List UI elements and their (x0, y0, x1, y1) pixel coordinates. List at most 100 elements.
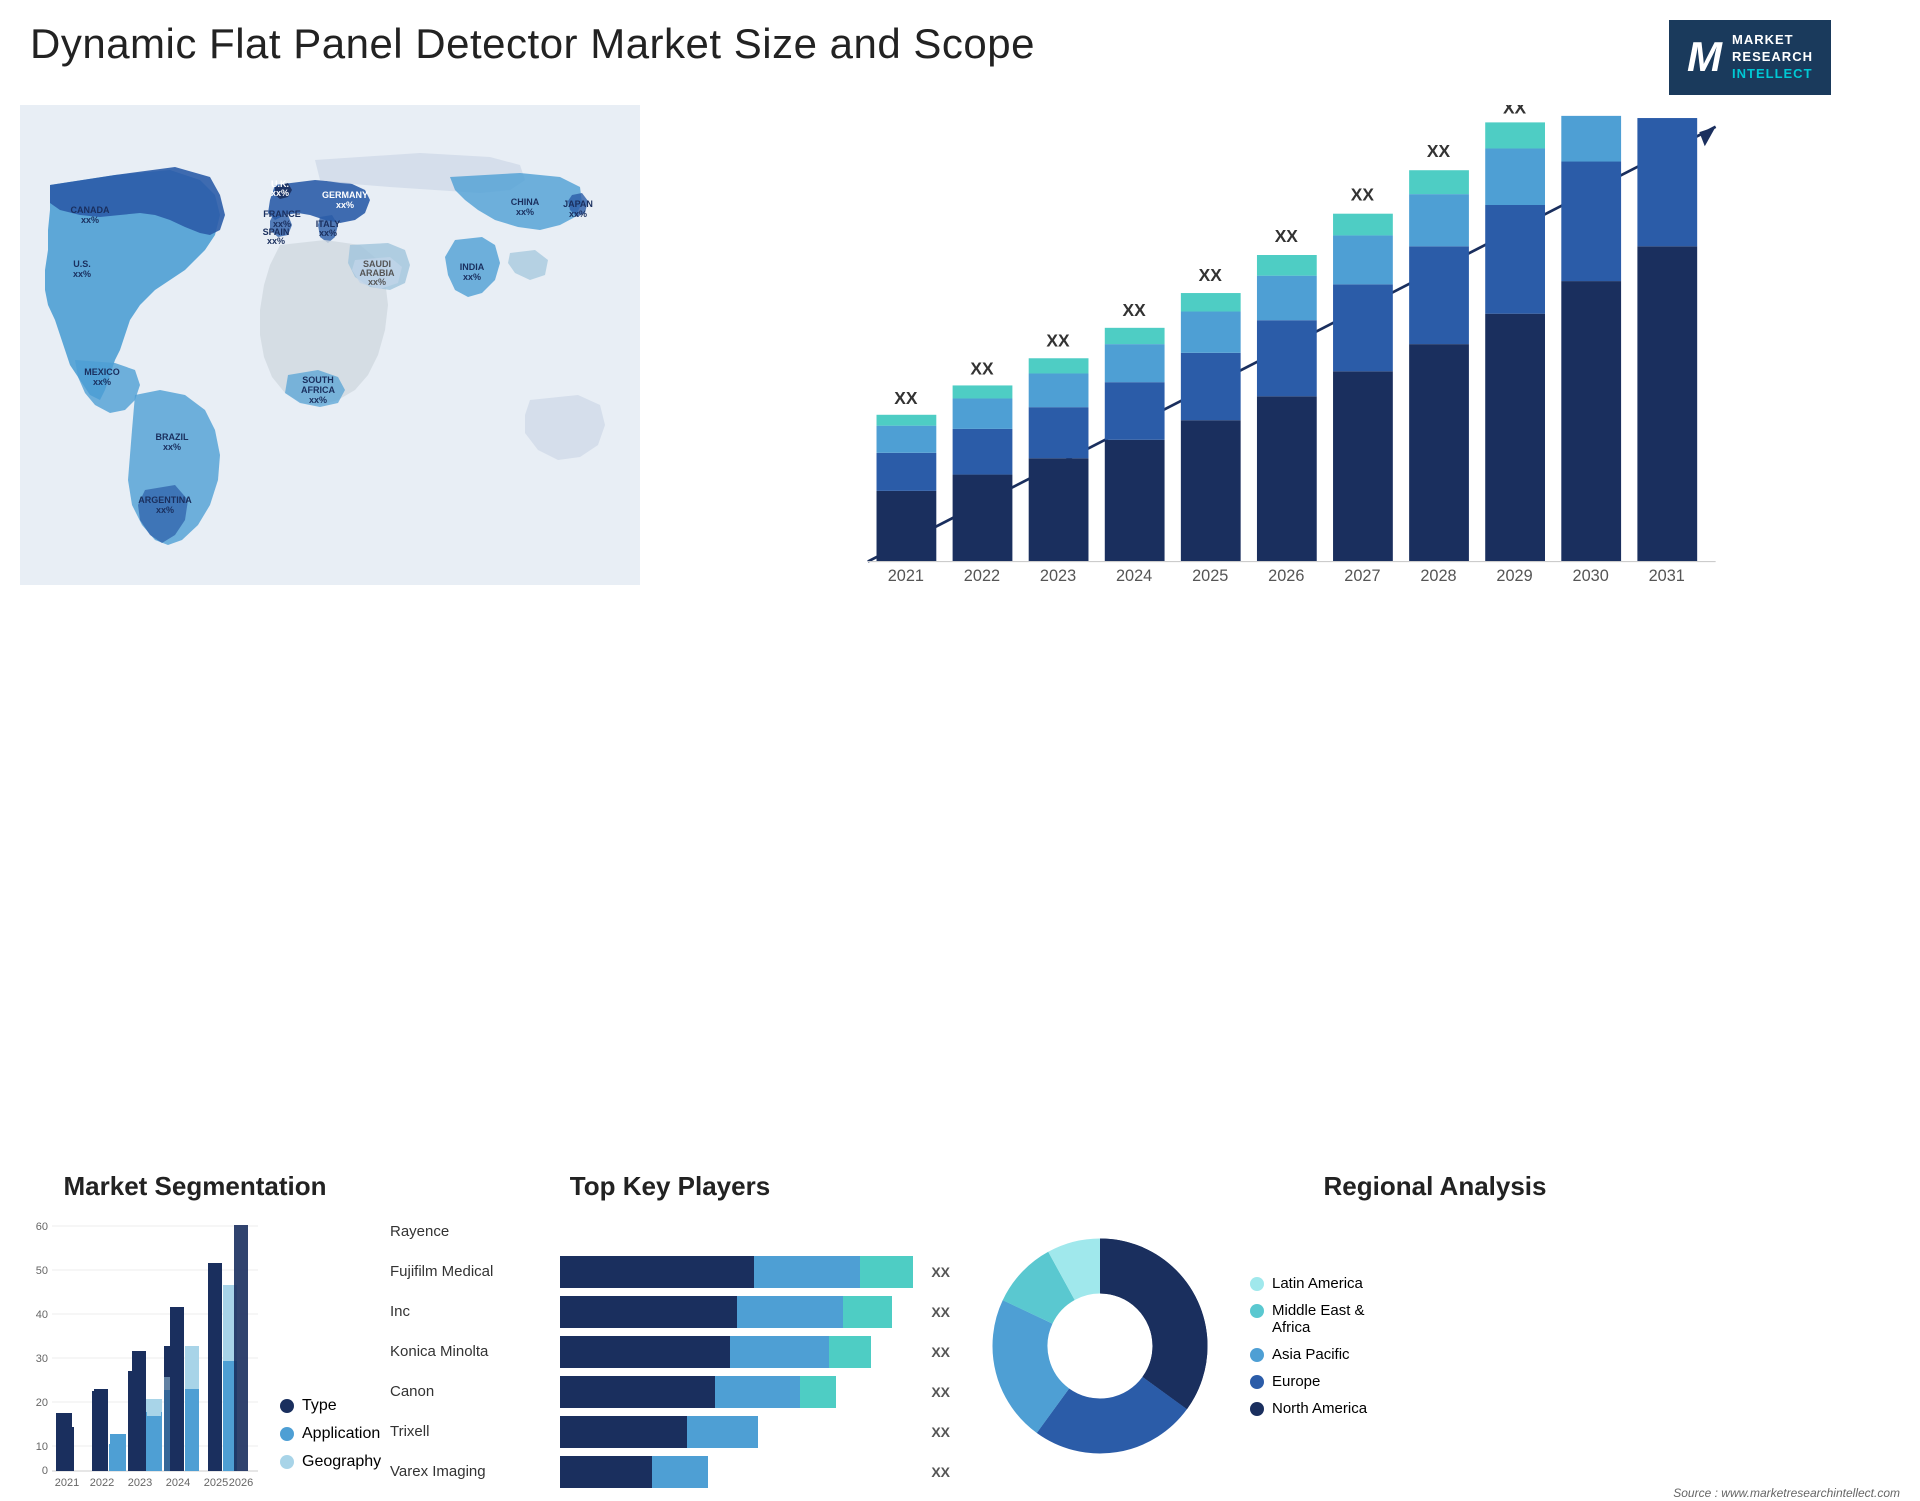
legend-type: Type (280, 1397, 381, 1415)
svg-text:20: 20 (36, 1397, 48, 1409)
svg-text:2025: 2025 (204, 1477, 228, 1489)
svg-text:BRAZIL: BRAZIL (156, 432, 189, 442)
svg-text:xx%: xx% (81, 215, 99, 225)
player-bar-container (560, 1336, 913, 1368)
player-bar-inner (560, 1336, 913, 1368)
regional-content: Latin America Middle East &Africa Asia P… (970, 1216, 1900, 1476)
player-bar-inner (560, 1376, 913, 1408)
bar-seg-2 (737, 1296, 843, 1328)
bar-seg-2 (754, 1256, 860, 1288)
svg-text:xx%: xx% (267, 236, 285, 246)
svg-text:2027: 2027 (1344, 567, 1380, 585)
map-section: CANADA xx% U.S. xx% MEXICO xx% BRAZIL xx… (20, 105, 640, 605)
logo-box: M MARKET RESEARCH INTELLECT (1669, 20, 1831, 95)
logo-letter: M (1687, 33, 1722, 81)
reg-label-north-america: North America (1272, 1400, 1367, 1417)
reg-dot-north-america (1250, 1402, 1264, 1416)
svg-text:CANADA: CANADA (71, 205, 110, 215)
player-row: Fujifilm Medical XX (390, 1256, 950, 1288)
svg-text:xx%: xx% (156, 505, 174, 515)
legend-label-type: Type (302, 1397, 337, 1415)
bar-seg-1 (560, 1256, 754, 1288)
svg-text:2023: 2023 (128, 1477, 152, 1489)
svg-text:XX: XX (1123, 300, 1147, 320)
svg-text:2026: 2026 (1268, 567, 1304, 585)
bar-seg-2 (687, 1416, 758, 1448)
svg-text:2025: 2025 (1192, 567, 1228, 585)
svg-text:XX: XX (970, 358, 994, 378)
page-title: Dynamic Flat Panel Detector Market Size … (30, 20, 1035, 68)
svg-text:GERMANY: GERMANY (322, 190, 368, 200)
bar-seg-1 (560, 1456, 652, 1488)
bottom-sections: Market Segmentation 60 50 40 30 20 10 0 (0, 1171, 1920, 1501)
legend-label-application: Application (302, 1425, 380, 1443)
svg-text:xx%: xx% (271, 188, 289, 198)
bar-chart-svg: XX 2021 XX 2022 XX 2023 XX 2024 (650, 105, 1890, 605)
svg-text:xx%: xx% (163, 442, 181, 452)
svg-text:50: 50 (36, 1265, 48, 1277)
svg-text:XX: XX (1579, 105, 1603, 109)
donut-svg (970, 1216, 1230, 1476)
player-name: Canon (390, 1383, 550, 1400)
reg-dot-middle-east (1250, 1304, 1264, 1318)
player-row: Canon XX (390, 1376, 950, 1408)
bar-seg-3 (829, 1336, 871, 1368)
svg-text:2029: 2029 (1496, 567, 1532, 585)
player-bar-container (560, 1216, 950, 1248)
reg-legend-latin-america: Latin America (1250, 1275, 1367, 1292)
svg-text:xx%: xx% (73, 269, 91, 279)
keyplayers-section: Top Key Players Rayence Fujifilm Medical… (390, 1171, 950, 1501)
reg-label-latin-america: Latin America (1272, 1275, 1363, 1292)
player-name: Varex Imaging (390, 1463, 550, 1480)
reg-label-asia-pacific: Asia Pacific (1272, 1346, 1350, 1363)
svg-text:CHINA: CHINA (511, 197, 540, 207)
svg-text:2024: 2024 (1116, 567, 1152, 585)
player-val: XX (931, 1464, 950, 1480)
svg-text:xx%: xx% (309, 395, 327, 405)
player-row: Varex Imaging XX (390, 1456, 950, 1488)
svg-text:XX: XX (1275, 226, 1299, 246)
reg-legend-asia-pacific: Asia Pacific (1250, 1346, 1367, 1363)
logo-text: MARKET RESEARCH INTELLECT (1732, 32, 1813, 83)
bar-seg-2 (730, 1336, 829, 1368)
barchart-section: XX 2021 XX 2022 XX 2023 XX 2024 (640, 105, 1900, 605)
player-bar-inner (560, 1456, 913, 1488)
svg-text:xx%: xx% (463, 272, 481, 282)
player-val: XX (931, 1424, 950, 1440)
svg-text:XX: XX (1427, 141, 1451, 161)
player-name: Fujifilm Medical (390, 1263, 550, 1280)
bar-seg-3 (843, 1296, 892, 1328)
donut-container (970, 1216, 1230, 1476)
svg-text:JAPAN: JAPAN (563, 199, 593, 209)
regional-section: Regional Analysis (970, 1171, 1900, 1501)
player-name: Rayence (390, 1223, 550, 1240)
svg-text:60: 60 (36, 1221, 48, 1233)
player-val: XX (931, 1264, 950, 1280)
player-name: Trixell (390, 1423, 550, 1440)
player-bar-container (560, 1456, 913, 1488)
player-row: Trixell XX (390, 1416, 950, 1448)
svg-text:FRANCE: FRANCE (263, 209, 301, 219)
reg-dot-asia-pacific (1250, 1348, 1264, 1362)
svg-text:XX: XX (894, 388, 918, 408)
player-name: Konica Minolta (390, 1343, 550, 1360)
legend-label-geography: Geography (302, 1453, 381, 1471)
players-list: Rayence Fujifilm Medical XX Inc (390, 1216, 950, 1488)
segmentation-section: Market Segmentation 60 50 40 30 20 10 0 (20, 1171, 370, 1501)
svg-text:AFRICA: AFRICA (301, 385, 335, 395)
svg-text:MEXICO: MEXICO (84, 367, 120, 377)
svg-text:U.S.: U.S. (73, 259, 91, 269)
seg-chart-svg: 60 50 40 30 20 10 0 (20, 1216, 260, 1496)
svg-text:2022: 2022 (964, 567, 1000, 585)
svg-text:XX: XX (1503, 105, 1527, 118)
player-val: XX (931, 1384, 950, 1400)
bar-seg-3 (860, 1256, 913, 1288)
bar-seg-2 (715, 1376, 800, 1408)
segmentation-title: Market Segmentation (20, 1171, 370, 1202)
svg-text:2028: 2028 (1420, 567, 1456, 585)
bar-seg-1 (560, 1296, 737, 1328)
player-bar-inner (560, 1416, 913, 1448)
reg-legend-europe: Europe (1250, 1373, 1367, 1390)
svg-text:40: 40 (36, 1309, 48, 1321)
logo-area: M MARKET RESEARCH INTELLECT (1610, 20, 1890, 95)
